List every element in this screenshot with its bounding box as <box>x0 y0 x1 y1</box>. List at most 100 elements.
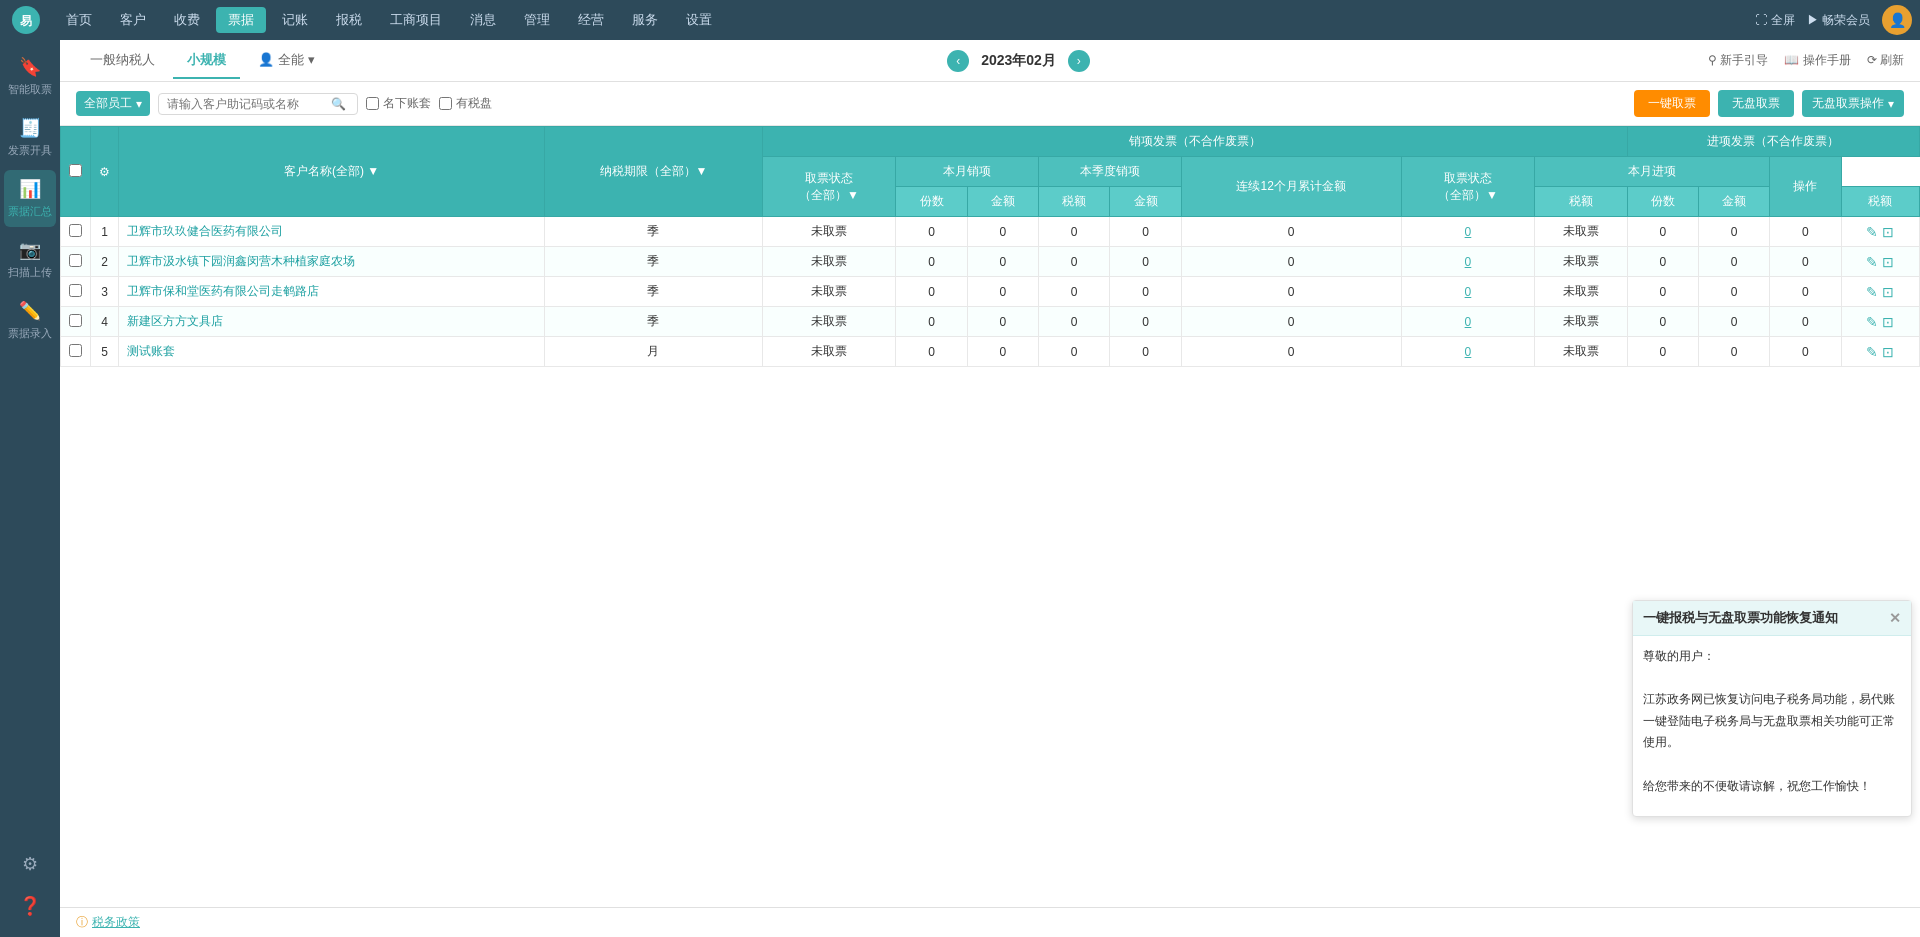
edit-icon-2[interactable]: ✎ <box>1866 284 1878 300</box>
sidebar-item-scan-upload[interactable]: 📷 扫描上传 <box>4 231 56 288</box>
search-box: 🔍 <box>158 93 358 115</box>
nav-settings[interactable]: 设置 <box>674 7 724 33</box>
sidebar-item-smart-fetch[interactable]: 🔖 智能取票 <box>4 48 56 105</box>
help-icon: ❓ <box>19 895 41 917</box>
row-sale-status-0: 未取票 <box>762 217 896 247</box>
view-icon-4[interactable]: ⊡ <box>1882 344 1894 360</box>
avatar[interactable]: 👤 <box>1882 5 1912 35</box>
row-sale-season-tax-4: 0 <box>1181 337 1401 367</box>
refresh-btn[interactable]: ⟳ 刷新 <box>1867 52 1904 69</box>
row-checkbox-0[interactable] <box>61 217 91 247</box>
row-sale-month-parts-0: 0 <box>896 217 967 247</box>
col-action-header: 操作 <box>1770 157 1841 217</box>
tab-small-scale[interactable]: 小规模 <box>173 43 240 79</box>
view-icon-1[interactable]: ⊡ <box>1882 254 1894 270</box>
nav-business[interactable]: 工商项目 <box>378 7 454 33</box>
row-12month-amount-4[interactable]: 0 <box>1401 337 1535 367</box>
smart-fetch-icon: 🔖 <box>19 56 41 78</box>
sidebar-item-invoice-open[interactable]: 🧾 发票开具 <box>4 109 56 166</box>
search-icon[interactable]: 🔍 <box>331 97 346 111</box>
col-income-month-amount: 金额 <box>1698 187 1769 217</box>
sidebar-item-help[interactable]: ❓ <box>4 887 56 925</box>
employee-filter[interactable]: 全部员工 ▾ <box>76 91 150 116</box>
row-period-1: 季 <box>545 247 762 277</box>
col-sale-invoice-header: 销项发票（不合作废票） <box>762 127 1627 157</box>
nav-home[interactable]: 首页 <box>54 7 104 33</box>
sidebar-item-invoice-entry[interactable]: ✏️ 票据录入 <box>4 292 56 349</box>
row-12month-amount-0[interactable]: 0 <box>1401 217 1535 247</box>
toolbar-right: 一键取票 无盘取票 无盘取票操作 ▾ <box>1634 90 1904 117</box>
tab-all-capable[interactable]: 👤 全能 ▾ <box>244 43 329 79</box>
tab-general-taxpayer[interactable]: 一般纳税人 <box>76 43 169 79</box>
top-nav: 易 首页 客户 收费 票据 记账 报税 工商项目 消息 管理 经营 服务 设置 … <box>0 0 1920 40</box>
row-name-2[interactable]: 卫辉市保和堂医药有限公司走鹌路店 <box>119 277 545 307</box>
row-name-1[interactable]: 卫辉市汲水镇下园润鑫闵营木种植家庭农场 <box>119 247 545 277</box>
my-accounts-checkbox[interactable] <box>366 97 379 110</box>
edit-icon-4[interactable]: ✎ <box>1866 344 1878 360</box>
row-actions-0: ✎ ⊡ <box>1841 217 1919 247</box>
notification-title: 一键报税与无盘取票功能恢复通知 <box>1643 609 1838 627</box>
edit-icon-1[interactable]: ✎ <box>1866 254 1878 270</box>
table-row: 1 卫辉市玖玖健合医药有限公司 季 未取票 0 0 0 0 0 0 未取票 0 … <box>61 217 1920 247</box>
tax-policy-link[interactable]: 税务政策 <box>92 914 140 931</box>
row-checkbox-3[interactable] <box>61 307 91 337</box>
row-income-month-tax-4: 0 <box>1770 337 1841 367</box>
sidebar-item-settings[interactable]: ⚙ <box>4 845 56 883</box>
view-icon-3[interactable]: ⊡ <box>1882 314 1894 330</box>
search-input[interactable] <box>167 97 327 111</box>
guide-btn[interactable]: ⚲ 新手引导 <box>1708 52 1768 69</box>
row-name-3[interactable]: 新建区方方文具店 <box>119 307 545 337</box>
nav-accounting[interactable]: 记账 <box>270 7 320 33</box>
fullscreen-btn[interactable]: ⛶ 全屏 <box>1755 12 1794 29</box>
notification-close-btn[interactable]: ✕ <box>1889 610 1901 626</box>
row-12month-amount-2[interactable]: 0 <box>1401 277 1535 307</box>
row-period-2: 季 <box>545 277 762 307</box>
row-name-0[interactable]: 卫辉市玖玖健合医药有限公司 <box>119 217 545 247</box>
row-sale-season-amount-0: 0 <box>1110 217 1181 247</box>
sidebar-label-scan-upload: 扫描上传 <box>8 265 52 280</box>
select-all-checkbox[interactable] <box>69 164 82 177</box>
sidebar-item-invoice-summary[interactable]: 📊 票据汇总 <box>4 170 56 227</box>
row-checkbox-1[interactable] <box>61 247 91 277</box>
row-sale-season-tax-3: 0 <box>1181 307 1401 337</box>
view-icon-2[interactable]: ⊡ <box>1882 284 1894 300</box>
row-income-month-tax-3: 0 <box>1770 307 1841 337</box>
row-sale-month-tax-4: 0 <box>1039 337 1110 367</box>
nav-manage[interactable]: 管理 <box>512 7 562 33</box>
row-income-status-1: 未取票 <box>1535 247 1627 277</box>
edit-icon-0[interactable]: ✎ <box>1866 224 1878 240</box>
nav-service[interactable]: 服务 <box>620 7 670 33</box>
col-checkbox-header <box>61 127 91 217</box>
nav-fee[interactable]: 收费 <box>162 7 212 33</box>
view-icon-0[interactable]: ⊡ <box>1882 224 1894 240</box>
nav-message[interactable]: 消息 <box>458 7 508 33</box>
edit-icon-3[interactable]: ✎ <box>1866 314 1878 330</box>
row-income-status-2: 未取票 <box>1535 277 1627 307</box>
top-nav-items: 首页 客户 收费 票据 记账 报税 工商项目 消息 管理 经营 服务 设置 <box>54 7 1755 33</box>
member-btn[interactable]: ▶ 畅荣会员 <box>1807 12 1870 29</box>
row-name-4[interactable]: 测试账套 <box>119 337 545 367</box>
nav-operation[interactable]: 经营 <box>566 7 616 33</box>
row-sale-month-parts-2: 0 <box>896 277 967 307</box>
nav-tax[interactable]: 报税 <box>324 7 374 33</box>
next-month-btn[interactable]: › <box>1068 50 1090 72</box>
row-12month-amount-1[interactable]: 0 <box>1401 247 1535 277</box>
no-disc-ops-btn[interactable]: 无盘取票操作 ▾ <box>1802 90 1904 117</box>
nav-customer[interactable]: 客户 <box>108 7 158 33</box>
no-disc-fetch-btn[interactable]: 无盘取票 <box>1718 90 1794 117</box>
nav-invoice[interactable]: 票据 <box>216 7 266 33</box>
row-checkbox-4[interactable] <box>61 337 91 367</box>
top-right: ⛶ 全屏 ▶ 畅荣会员 👤 <box>1755 5 1912 35</box>
logo[interactable]: 易 <box>8 2 44 38</box>
row-sale-month-amount-2: 0 <box>967 277 1038 307</box>
row-checkbox-2[interactable] <box>61 277 91 307</box>
row-12month-amount-3[interactable]: 0 <box>1401 307 1535 337</box>
col-sale-month-parts: 份数 <box>896 187 967 217</box>
tax-disk-checkbox-label[interactable]: 有税盘 <box>439 95 492 112</box>
row-sale-month-amount-3: 0 <box>967 307 1038 337</box>
manual-btn[interactable]: 📖 操作手册 <box>1784 52 1850 69</box>
one-key-fetch-btn[interactable]: 一键取票 <box>1634 90 1710 117</box>
prev-month-btn[interactable]: ‹ <box>947 50 969 72</box>
my-accounts-checkbox-label[interactable]: 名下账套 <box>366 95 431 112</box>
tax-disk-checkbox[interactable] <box>439 97 452 110</box>
